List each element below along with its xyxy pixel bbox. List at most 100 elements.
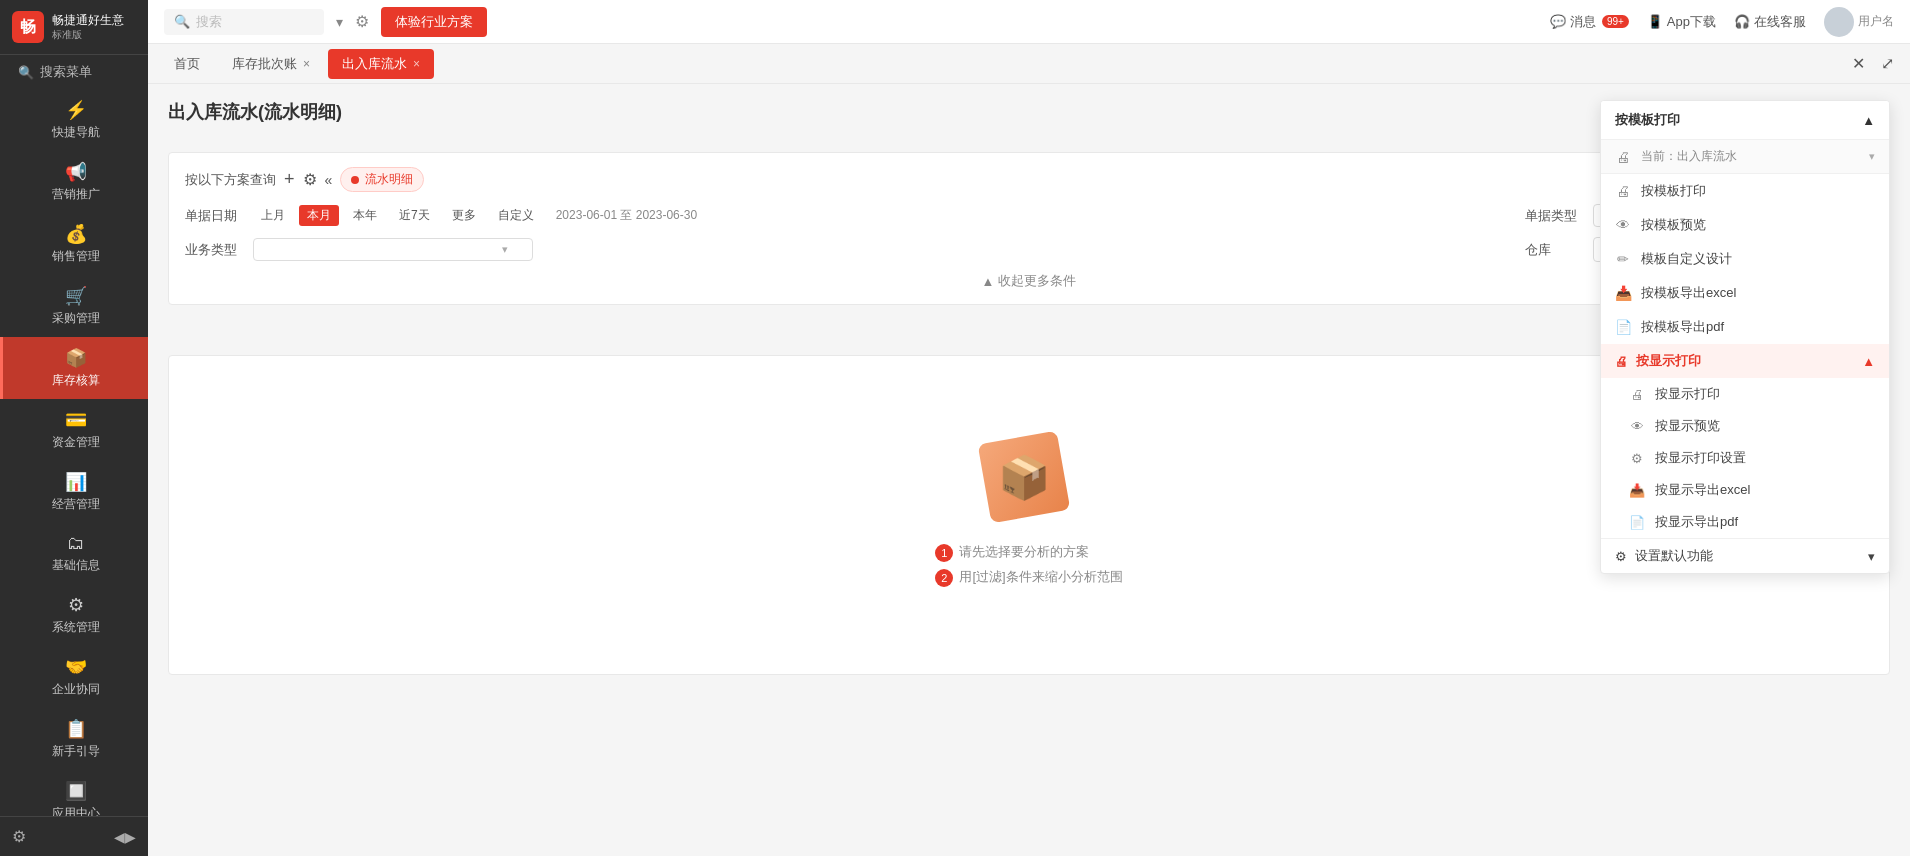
sidebar-collapse-icon[interactable]: ◀▶ — [114, 829, 136, 845]
template-pdf-icon: 📄 — [1615, 319, 1631, 335]
topbar-right: 💬 消息 99+ 📱 App下载 🎧 在线客服 用户名 — [1550, 7, 1894, 37]
marketing-icon: 📢 — [65, 161, 87, 183]
display-print-settings-icon: ⚙ — [1629, 451, 1645, 466]
tab-batch-account-close[interactable]: × — [303, 57, 310, 71]
empty-steps: 1 请先选择要分析的方案 2 用[过滤]条件来缩小分析范围 — [935, 543, 1122, 593]
empty-box-icon: 📦 — [978, 431, 1071, 524]
template-current-chevron[interactable]: ▾ — [1869, 150, 1875, 163]
template-print-icon: 🖨 — [1615, 183, 1631, 199]
empty-state: 📦 1 请先选择要分析的方案 2 用[过滤]条件来缩小分析范围 — [895, 397, 1162, 633]
app-download-item[interactable]: 📱 App下载 — [1647, 13, 1716, 31]
empty-step-2: 2 用[过滤]条件来缩小分析范围 — [935, 568, 1122, 587]
date-opt-custom[interactable]: 自定义 — [490, 205, 542, 226]
page-title: 出入库流水(流水明细) — [168, 100, 342, 124]
sidebar-item-sales[interactable]: 💰 销售管理 — [0, 213, 148, 275]
sidebar: 畅 畅捷通好生意 标准版 🔍 搜索菜单 ⚡ 快捷导航 📢 营销推广 💰 销售管理… — [0, 0, 148, 856]
template-design-icon: ✏ — [1615, 251, 1631, 267]
dropdown-display-print[interactable]: 🖨 按显示打印 — [1601, 378, 1889, 410]
sidebar-item-apps[interactable]: 🔲 应用中心 — [0, 770, 148, 816]
gear-icon: ⚙ — [303, 171, 317, 188]
purchase-icon: 🛒 — [65, 285, 87, 307]
dropdown-display-preview[interactable]: 👁 按显示预览 — [1601, 410, 1889, 442]
date-opt-last-month[interactable]: 上月 — [253, 205, 293, 226]
tab-batch-account[interactable]: 库存批次账 × — [218, 49, 324, 79]
sidebar-item-quick-nav[interactable]: ⚡ 快捷导航 — [0, 89, 148, 151]
sidebar-item-inventory[interactable]: 📦 库存核算 — [0, 337, 148, 399]
search-icon: 🔍 — [18, 65, 34, 80]
sidebar-item-system[interactable]: ⚙ 系统管理 — [0, 584, 148, 646]
display-print-section-icon: 🖨 — [1615, 354, 1628, 369]
sidebar-item-finance[interactable]: 💳 资金管理 — [0, 399, 148, 461]
add-scheme-button[interactable]: + — [284, 169, 295, 190]
dropdown-up-icon[interactable]: ▲ — [1862, 113, 1875, 128]
message-icon: 💬 — [1550, 14, 1566, 29]
sidebar-item-base[interactable]: 🗂 基础信息 — [0, 523, 148, 584]
apps-icon: 🔲 — [65, 780, 87, 802]
date-opt-7days[interactable]: 近7天 — [391, 205, 438, 226]
username-label: 用户名 — [1858, 13, 1894, 30]
finance-icon: 💳 — [65, 409, 87, 431]
business-type-select[interactable]: ▾ — [253, 238, 533, 261]
topbar-search[interactable]: 🔍 搜索 — [164, 9, 324, 35]
dropdown-template-print[interactable]: 🖨 按模板打印 — [1601, 174, 1889, 208]
topbar-settings-icon[interactable]: ⚙ — [355, 12, 369, 31]
sidebar-nav: ⚡ 快捷导航 📢 营销推广 💰 销售管理 🛒 采购管理 📦 库存核算 💳 资金管… — [0, 89, 148, 816]
dropdown-template-pdf[interactable]: 📄 按模板导出pdf — [1601, 310, 1889, 344]
sidebar-settings-icon[interactable]: ⚙ — [12, 827, 26, 846]
sidebar-item-marketing[interactable]: 📢 营销推广 — [0, 151, 148, 213]
collapse-schemes-button[interactable]: « — [325, 172, 333, 188]
tab-flow-detail[interactable]: 出入库流水 × — [328, 49, 434, 79]
customer-service-icon: 🎧 — [1734, 14, 1750, 29]
system-icon: ⚙ — [68, 594, 84, 616]
industry-solution-button[interactable]: 体验行业方案 — [381, 7, 487, 37]
customer-service-item[interactable]: 🎧 在线客服 — [1734, 13, 1806, 31]
chevron-up-icon: ▲ — [982, 274, 995, 289]
topbar-left: 🔍 搜索 ▾ ⚙ 体验行业方案 — [164, 7, 487, 37]
tabs-right-controls: ✕ ⤢ — [1848, 50, 1898, 77]
footer-settings-icon: ⚙ — [1615, 549, 1627, 564]
dropdown-footer[interactable]: ⚙ 设置默认功能 ▾ — [1601, 538, 1889, 573]
sidebar-item-purchase[interactable]: 🛒 采购管理 — [0, 275, 148, 337]
display-excel-icon: 📥 — [1629, 483, 1645, 498]
user-avatar-item[interactable]: 用户名 — [1824, 7, 1894, 37]
app-download-icon: 📱 — [1647, 14, 1663, 29]
topbar-dropdown-icon[interactable]: ▾ — [336, 14, 343, 30]
display-print-section-chevron: ▲ — [1862, 354, 1875, 369]
sidebar-item-collab[interactable]: 🤝 企业协同 — [0, 646, 148, 708]
topbar: 🔍 搜索 ▾ ⚙ 体验行业方案 💬 消息 99+ 📱 App下载 🎧 在线客服 — [148, 0, 1910, 44]
tab-close-button[interactable]: ✕ — [1848, 50, 1869, 77]
collapse-more-button[interactable]: ▲ 收起更多条件 — [982, 272, 1077, 290]
template-preview-icon: 👁 — [1615, 217, 1631, 233]
inventory-icon: 📦 — [65, 347, 87, 369]
logo-text: 畅捷通好生意 标准版 — [52, 12, 124, 43]
template-current-icon: 🖨 — [1615, 149, 1631, 165]
scheme-settings-button[interactable]: ⚙ — [303, 170, 317, 189]
dropdown-display-excel[interactable]: 📥 按显示导出excel — [1601, 474, 1889, 506]
business-type-chevron: ▾ — [502, 243, 508, 256]
dropdown-template-excel[interactable]: 📥 按模板导出excel — [1601, 276, 1889, 310]
display-print-icon: 🖨 — [1629, 387, 1645, 402]
dropdown-display-pdf[interactable]: 📄 按显示导出pdf — [1601, 506, 1889, 538]
tab-maximize-button[interactable]: ⤢ — [1877, 50, 1898, 77]
filter-tag-flow[interactable]: 流水明细 — [340, 167, 424, 192]
dropdown-header: 按模板打印 ▲ — [1601, 101, 1889, 140]
message-item[interactable]: 💬 消息 99+ — [1550, 13, 1629, 31]
sidebar-search[interactable]: 🔍 搜索菜单 — [0, 55, 148, 89]
date-opt-more[interactable]: 更多 — [444, 205, 484, 226]
sidebar-item-operations[interactable]: 📊 经营管理 — [0, 461, 148, 523]
sidebar-item-guide[interactable]: 📋 新手引导 — [0, 708, 148, 770]
tabs-bar: 首页 库存批次账 × 出入库流水 × ✕ ⤢ — [148, 44, 1910, 84]
display-pdf-icon: 📄 — [1629, 515, 1645, 530]
operations-icon: 📊 — [65, 471, 87, 493]
dropdown-current-template[interactable]: 🖨 当前：出入库流水 ▾ — [1601, 140, 1889, 174]
dropdown-display-print-settings[interactable]: ⚙ 按显示打印设置 — [1601, 442, 1889, 474]
tab-flow-detail-close[interactable]: × — [413, 57, 420, 71]
filter-tag-dot — [351, 176, 359, 184]
dropdown-display-print-section[interactable]: 🖨 按显示打印 ▲ — [1601, 344, 1889, 378]
dropdown-template-preview[interactable]: 👁 按模板预览 — [1601, 208, 1889, 242]
tab-home[interactable]: 首页 — [160, 49, 214, 79]
dropdown-template-design[interactable]: ✏ 模板自定义设计 — [1601, 242, 1889, 276]
guide-icon: 📋 — [65, 718, 87, 740]
date-opt-this-month[interactable]: 本月 — [299, 205, 339, 226]
date-opt-this-year[interactable]: 本年 — [345, 205, 385, 226]
